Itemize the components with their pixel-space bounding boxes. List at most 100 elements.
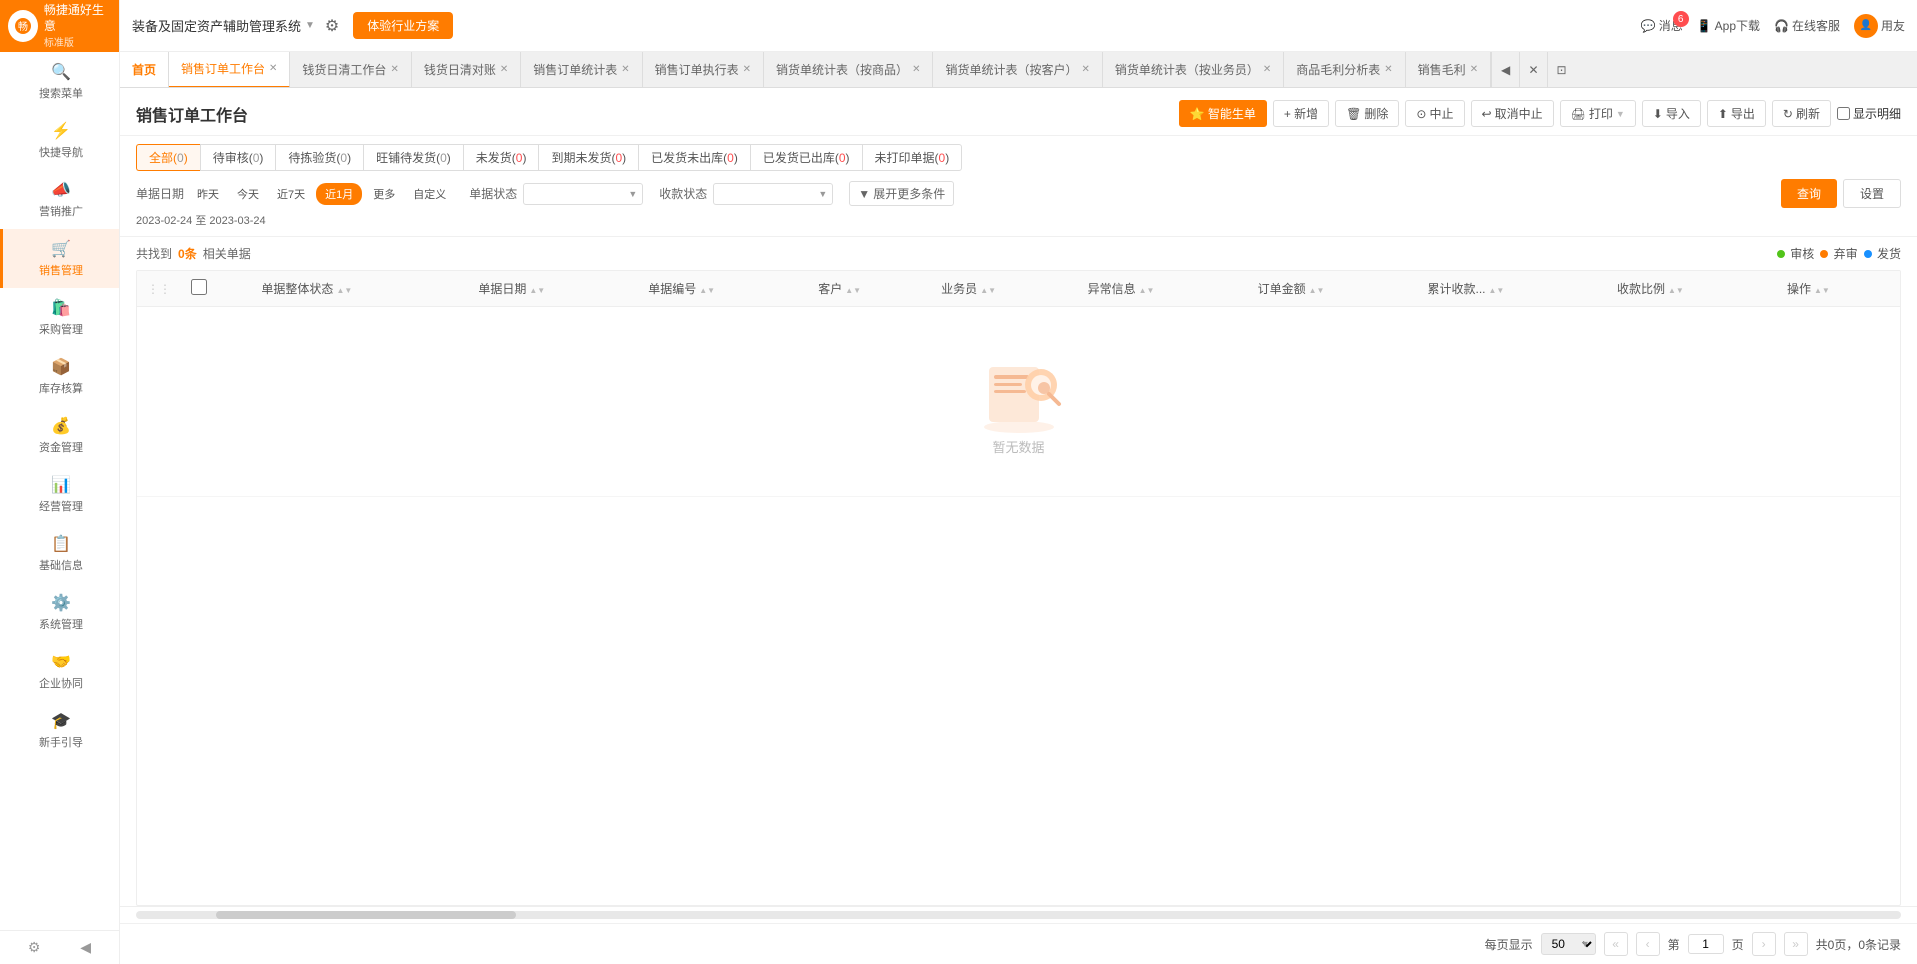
date-quick-btn-今天[interactable]: 今天	[230, 183, 266, 205]
un-review-action-btn[interactable]: 弃审	[1820, 245, 1857, 262]
collapse-icon[interactable]: ◀	[80, 939, 91, 956]
tab-home[interactable]: 首页	[120, 52, 169, 88]
show-detail-label[interactable]: 显示明细	[1837, 105, 1901, 122]
print-button[interactable]: 🖨 打印 ▼	[1560, 100, 1636, 127]
sort-icon-staff[interactable]: ▲▼	[980, 286, 996, 295]
tab-sales-order-stats[interactable]: 销售订单统计表✕	[521, 52, 642, 88]
tab-sales-margin[interactable]: 销售毛利✕	[1406, 52, 1491, 88]
sort-icon-status[interactable]: ▲▼	[336, 286, 352, 295]
tab-cash-daily-clear[interactable]: 钱货日清工作台✕	[290, 52, 411, 88]
sidebar-item-newbie-guide[interactable]: 🎓新手引导	[0, 701, 119, 760]
expand-more-button[interactable]: ▼ 展开更多条件	[849, 181, 954, 206]
filter-tab-shipped-not-in[interactable]: 已发货未出库(0)	[638, 144, 750, 171]
tab-cash-goods-reconcile[interactable]: 钱货日清对账✕	[412, 52, 521, 88]
sidebar-item-finance-mgmt[interactable]: 💰资金管理	[0, 406, 119, 465]
query-button[interactable]: 查询	[1781, 179, 1837, 208]
sidebar-item-sales-mgmt[interactable]: 🛒销售管理	[0, 229, 119, 288]
export-button[interactable]: ⬆ 导出	[1707, 100, 1766, 127]
tab-close-sales-stats-by-staff[interactable]: ✕	[1263, 64, 1271, 75]
solution-button[interactable]: 体验行业方案	[353, 12, 453, 39]
tab-sales-order-workbench[interactable]: 销售订单工作台✕	[169, 52, 290, 88]
date-quick-btn-昨天[interactable]: 昨天	[190, 183, 226, 205]
sidebar-item-marketing-promo[interactable]: 📣营销推广	[0, 170, 119, 229]
tabs-prev-btn[interactable]: ◀	[1491, 52, 1519, 88]
import-button[interactable]: ⬇ 导入	[1642, 100, 1701, 127]
filter-tab-unshipped[interactable]: 未发货(0)	[463, 144, 539, 171]
sort-icon-received[interactable]: ▲▼	[1489, 286, 1505, 295]
per-page-select[interactable]: 50 100 200	[1541, 933, 1596, 955]
filter-tab-unprinted[interactable]: 未打印单据(0)	[862, 144, 963, 171]
date-quick-btn-近7天[interactable]: 近7天	[270, 183, 312, 205]
prev-page-btn[interactable]: ‹	[1636, 932, 1660, 956]
show-detail-checkbox[interactable]	[1837, 107, 1850, 120]
next-page-btn[interactable]: ›	[1752, 932, 1776, 956]
filter-tab-overdue-unshipped[interactable]: 到期未发货(0)	[538, 144, 638, 171]
tab-sales-stats-by-staff[interactable]: 销货单统计表（按业务员）✕	[1103, 52, 1284, 88]
sidebar-item-basic-info[interactable]: 📋基础信息	[0, 524, 119, 583]
add-button[interactable]: + 新增	[1273, 100, 1329, 127]
filter-settings-button[interactable]: 设置	[1843, 179, 1901, 208]
sidebar-item-inventory-check[interactable]: 📦库存核算	[0, 347, 119, 406]
smart-create-button[interactable]: ⭐ 智能生单	[1179, 100, 1267, 127]
status-select[interactable]	[523, 183, 643, 205]
filter-tab-pending-review[interactable]: 待审核(0)	[200, 144, 276, 171]
tab-sales-order-exec[interactable]: 销售订单执行表✕	[643, 52, 764, 88]
first-page-btn[interactable]: «	[1604, 932, 1628, 956]
message-btn[interactable]: 💬 消息 6	[1641, 17, 1683, 34]
review-action-btn[interactable]: 审核	[1777, 245, 1814, 262]
online-service-btn[interactable]: 🎧 在线客服	[1774, 17, 1840, 34]
tab-goods-margin-analysis[interactable]: 商品毛利分析表✕	[1284, 52, 1405, 88]
sidebar-item-quick-nav[interactable]: ⚡快捷导航	[0, 111, 119, 170]
tab-close-sales-stats-by-client[interactable]: ✕	[1081, 64, 1089, 75]
date-quick-btn-近1月[interactable]: 近1月	[316, 183, 362, 205]
select-all-checkbox[interactable]	[191, 279, 207, 295]
tabs-close-btn[interactable]: ✕	[1519, 52, 1547, 88]
sidebar-item-system-mgmt[interactable]: ⚙️系统管理	[0, 583, 119, 642]
sidebar-item-purchase-mgmt[interactable]: 🛍️采购管理	[0, 288, 119, 347]
ship-action-btn[interactable]: 发货	[1864, 245, 1901, 262]
tab-sales-stats-by-product[interactable]: 销货单统计表（按商品）✕	[764, 52, 933, 88]
sort-icon-date[interactable]: ▲▼	[529, 286, 545, 295]
delete-button[interactable]: 🗑 删除	[1335, 100, 1399, 127]
filter-tab-pending-inspection[interactable]: 待拣验货(0)	[275, 144, 363, 171]
receipt-status-select[interactable]	[713, 183, 833, 205]
sidebar-item-enterprise-collab[interactable]: 🤝企业协同	[0, 642, 119, 701]
tab-close-goods-margin-analysis[interactable]: ✕	[1384, 64, 1392, 75]
tab-sales-stats-by-client[interactable]: 销货单统计表（按客户）✕	[933, 52, 1102, 88]
sort-icon-number[interactable]: ▲▼	[699, 286, 715, 295]
tab-close-sales-stats-by-product[interactable]: ✕	[912, 64, 920, 75]
sidebar-item-search[interactable]: 🔍搜索菜单	[0, 52, 119, 111]
sidebar-label-sales-mgmt: 销售管理	[39, 262, 83, 278]
last-page-btn[interactable]: »	[1784, 932, 1808, 956]
date-quick-btn-自定义[interactable]: 自定义	[406, 183, 453, 205]
settings-footer-icon[interactable]: ⚙	[28, 939, 41, 956]
topbar-settings-icon[interactable]: ⚙	[325, 16, 339, 36]
tab-close-cash-goods-reconcile[interactable]: ✕	[500, 64, 508, 75]
stop-button[interactable]: ⊙ 中止	[1405, 100, 1464, 127]
sort-icon-client[interactable]: ▲▼	[845, 286, 861, 295]
cancel-stop-button[interactable]: ↩ 取消中止	[1471, 100, 1554, 127]
tab-close-sales-margin[interactable]: ✕	[1470, 64, 1478, 75]
filter-tab-label-all: 全部(0)	[149, 151, 188, 165]
app-download-btn[interactable]: 📱 App下载	[1697, 17, 1760, 34]
sort-icon-receipt_ratio[interactable]: ▲▼	[1668, 286, 1684, 295]
tab-close-cash-daily-clear[interactable]: ✕	[390, 64, 398, 75]
sort-icon-abnormal[interactable]: ▲▼	[1139, 286, 1155, 295]
sidebar-item-operations-mgmt[interactable]: 📊经营管理	[0, 465, 119, 524]
date-quick-btn-更多[interactable]: 更多	[366, 183, 402, 205]
scrollbar-thumb[interactable]	[216, 911, 516, 919]
tabs-maximize-btn[interactable]: ⊡	[1547, 52, 1575, 88]
tab-close-sales-order-stats[interactable]: ✕	[621, 64, 629, 75]
tab-close-sales-order-workbench[interactable]: ✕	[269, 63, 277, 74]
horizontal-scrollbar[interactable]	[136, 911, 1901, 919]
system-selector[interactable]: 装备及固定资产辅助管理系统 ▼	[132, 16, 315, 35]
user-menu-btn[interactable]: 👤 用友	[1854, 14, 1905, 38]
filter-tab-all[interactable]: 全部(0)	[136, 144, 200, 171]
filter-tab-wangpu-pending-ship[interactable]: 旺铺待发货(0)	[363, 144, 463, 171]
page-number-input[interactable]	[1688, 934, 1724, 954]
filter-tab-shipped-out[interactable]: 已发货已出库(0)	[750, 144, 862, 171]
refresh-button[interactable]: ↻ 刷新	[1772, 100, 1831, 127]
sort-icon-operation[interactable]: ▲▼	[1814, 286, 1830, 295]
tab-close-sales-order-exec[interactable]: ✕	[743, 64, 751, 75]
sort-icon-amount[interactable]: ▲▼	[1309, 286, 1325, 295]
